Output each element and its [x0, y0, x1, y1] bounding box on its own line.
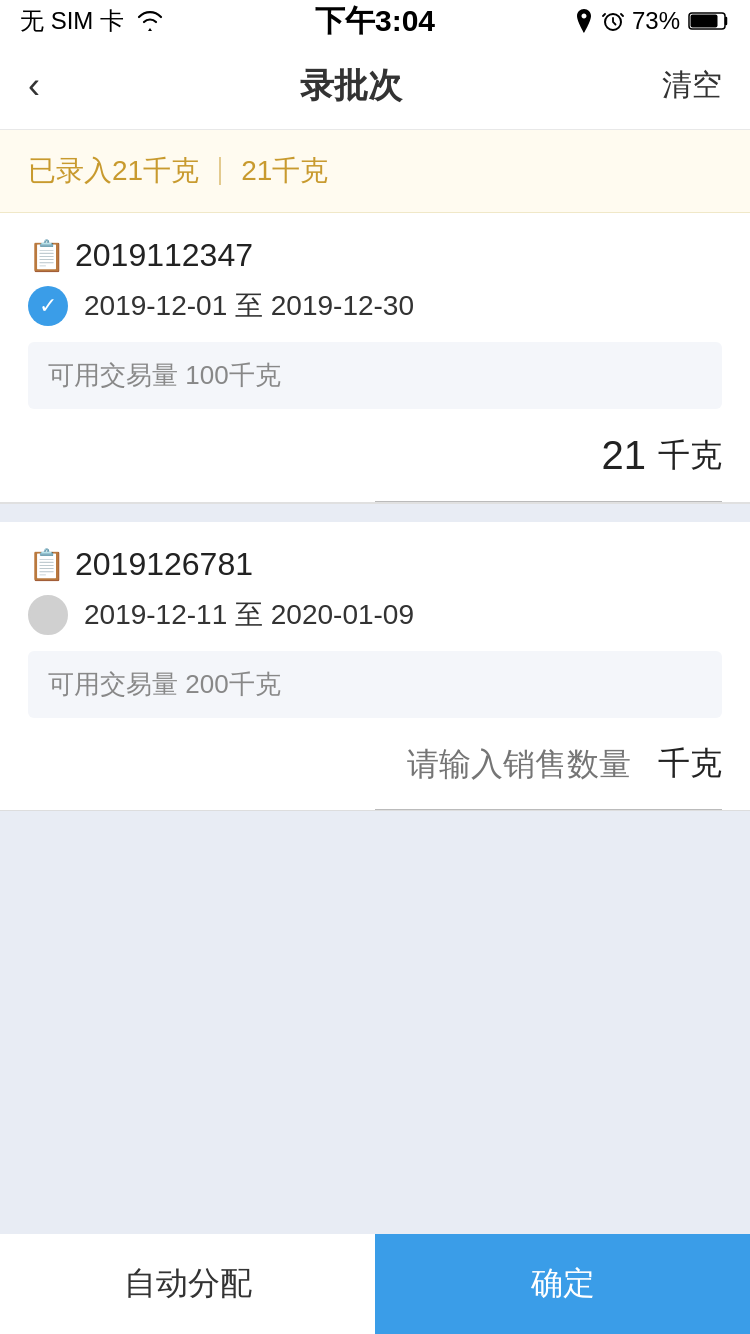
info-divider — [219, 157, 221, 185]
status-left: 无 SIM 卡 — [20, 5, 166, 37]
available-text-2: 可用交易量 200千克 — [48, 669, 281, 699]
radio-button-2[interactable] — [28, 595, 68, 635]
batch-id-2: 2019126781 — [75, 546, 253, 583]
location-icon — [574, 9, 594, 33]
available-text-1: 可用交易量 100千克 — [48, 360, 281, 390]
page-title: 录批次 — [300, 63, 402, 109]
batch-header-1: 📋 2019112347 — [28, 237, 722, 274]
wifi-icon — [134, 10, 166, 32]
quantity-value-1: 21 — [602, 433, 647, 478]
section-divider — [0, 504, 750, 522]
status-right: 73% — [574, 7, 730, 35]
batch-date-row-2[interactable]: 2019-12-11 至 2020-01-09 — [28, 595, 722, 635]
batch-date-row-1[interactable]: ✓ 2019-12-01 至 2019-12-30 — [28, 286, 722, 326]
available-box-2: 可用交易量 200千克 — [28, 651, 722, 718]
battery-percent: 73% — [632, 7, 680, 35]
batch-item-2: 📋 2019126781 2019-12-11 至 2020-01-09 可用交… — [0, 522, 750, 718]
confirm-button[interactable]: 确定 — [375, 1234, 750, 1334]
batch-date-1: 2019-12-01 至 2019-12-30 — [84, 287, 414, 325]
back-button[interactable]: ‹ — [28, 68, 40, 104]
total-value: 21千克 — [241, 152, 328, 190]
quantity-unit-1: 千克 — [658, 434, 722, 478]
quantity-row-1: 21 千克 — [0, 409, 750, 504]
radio-button-1[interactable]: ✓ — [28, 286, 68, 326]
available-box-1: 可用交易量 100千克 — [28, 342, 722, 409]
batch-doc-icon-2: 📋 — [28, 547, 65, 582]
status-time: 下午3:04 — [315, 1, 435, 42]
quantity-input-2[interactable] — [245, 746, 646, 783]
bottom-buttons: 自动分配 确定 — [0, 1234, 750, 1334]
recorded-info: 已录入21千克 — [28, 152, 199, 190]
input-underline — [375, 809, 722, 810]
nav-bar: ‹ 录批次 清空 — [0, 42, 750, 130]
quantity-unit-2: 千克 — [658, 742, 722, 786]
info-banner: 已录入21千克 21千克 — [0, 130, 750, 213]
batch-header-2: 📋 2019126781 — [28, 546, 722, 583]
batch-item-1: 📋 2019112347 ✓ 2019-12-01 至 2019-12-30 可… — [0, 213, 750, 409]
no-sim-text: 无 SIM 卡 — [20, 5, 124, 37]
status-bar: 无 SIM 卡 下午3:04 73% — [0, 0, 750, 42]
battery-icon — [688, 10, 730, 32]
clear-button[interactable]: 清空 — [662, 65, 722, 106]
checkmark-icon: ✓ — [39, 293, 57, 319]
batch-id-1: 2019112347 — [75, 237, 253, 274]
batch-date-2: 2019-12-11 至 2020-01-09 — [84, 596, 414, 634]
alarm-icon — [602, 9, 624, 33]
qty-underline-1 — [375, 501, 722, 502]
auto-distribute-button[interactable]: 自动分配 — [0, 1234, 375, 1334]
quantity-input-row-2: 千克 — [0, 718, 750, 811]
batch-doc-icon-1: 📋 — [28, 238, 65, 273]
svg-rect-2 — [691, 15, 718, 28]
